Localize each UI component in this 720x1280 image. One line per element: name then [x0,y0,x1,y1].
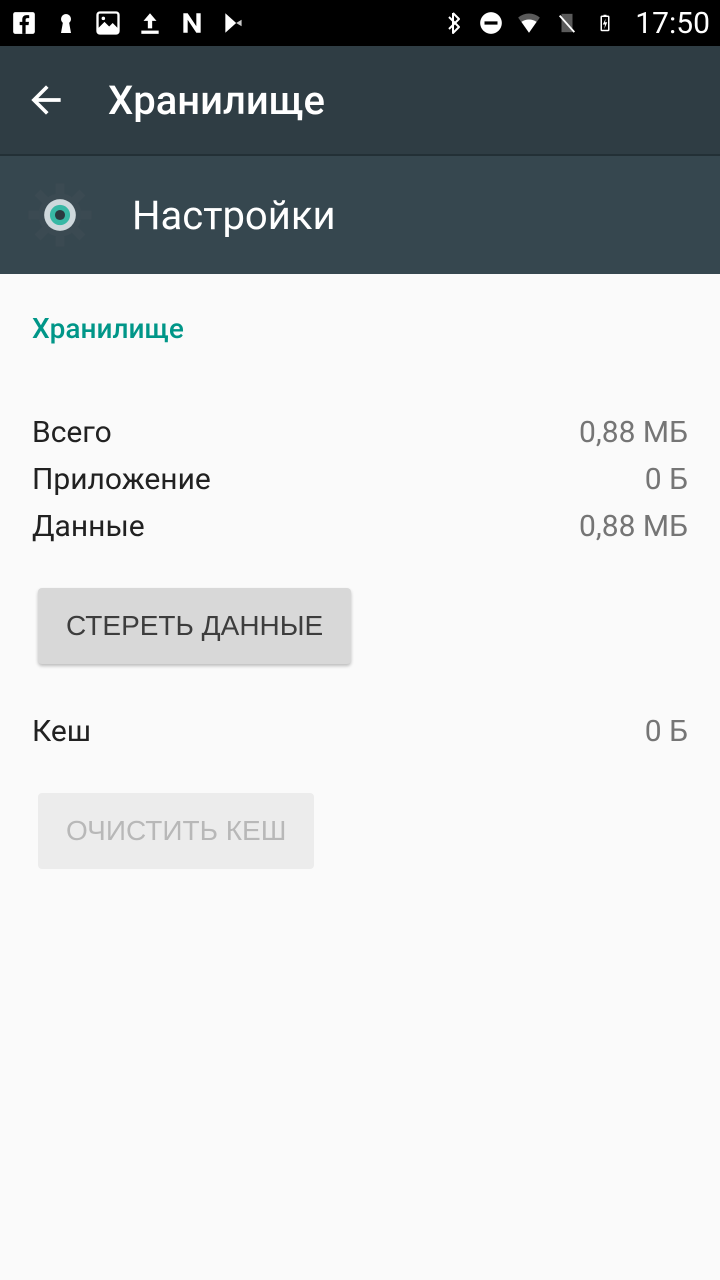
status-time: 17:50 [635,6,710,41]
main-content: Хранилище Всего 0,88 МБ Приложение 0 Б Д… [0,274,720,913]
facebook-notification-icon [10,9,38,37]
n-app-icon [178,9,206,37]
play-store-icon [220,9,248,37]
clear-cache-button: ОЧИСТИТЬ КЕШ [38,793,314,869]
row-cache-value: 0 Б [645,714,688,749]
row-data: Данные 0,88 МБ [32,503,688,550]
page-title: Хранилище [108,77,325,124]
wifi-icon [515,9,543,37]
app-identity-header: Настройки [0,156,720,274]
app-name: Настройки [132,192,336,239]
upload-icon [136,9,164,37]
settings-gear-icon [24,179,96,251]
row-total: Всего 0,88 МБ [32,409,688,456]
no-sim-icon [553,9,581,37]
battery-charging-icon [591,9,619,37]
row-data-label: Данные [32,509,145,544]
clear-data-button[interactable]: СТЕРЕТЬ ДАННЫЕ [38,588,351,664]
row-app-label: Приложение [32,462,211,497]
row-cache-label: Кеш [32,714,91,749]
bluetooth-icon [439,9,467,37]
status-bar: 17:50 [0,0,720,46]
section-title-storage: Хранилище [32,274,688,373]
row-app: Приложение 0 Б [32,456,688,503]
row-cache: Кеш 0 Б [32,708,688,755]
row-data-value: 0,88 МБ [579,509,688,544]
row-total-value: 0,88 МБ [579,415,688,450]
app-bar: Хранилище [0,46,720,154]
keyhole-icon [52,9,80,37]
back-arrow-icon[interactable] [24,78,68,122]
do-not-disturb-icon [477,9,505,37]
row-total-label: Всего [32,415,112,450]
row-app-value: 0 Б [645,462,688,497]
picture-icon [94,9,122,37]
